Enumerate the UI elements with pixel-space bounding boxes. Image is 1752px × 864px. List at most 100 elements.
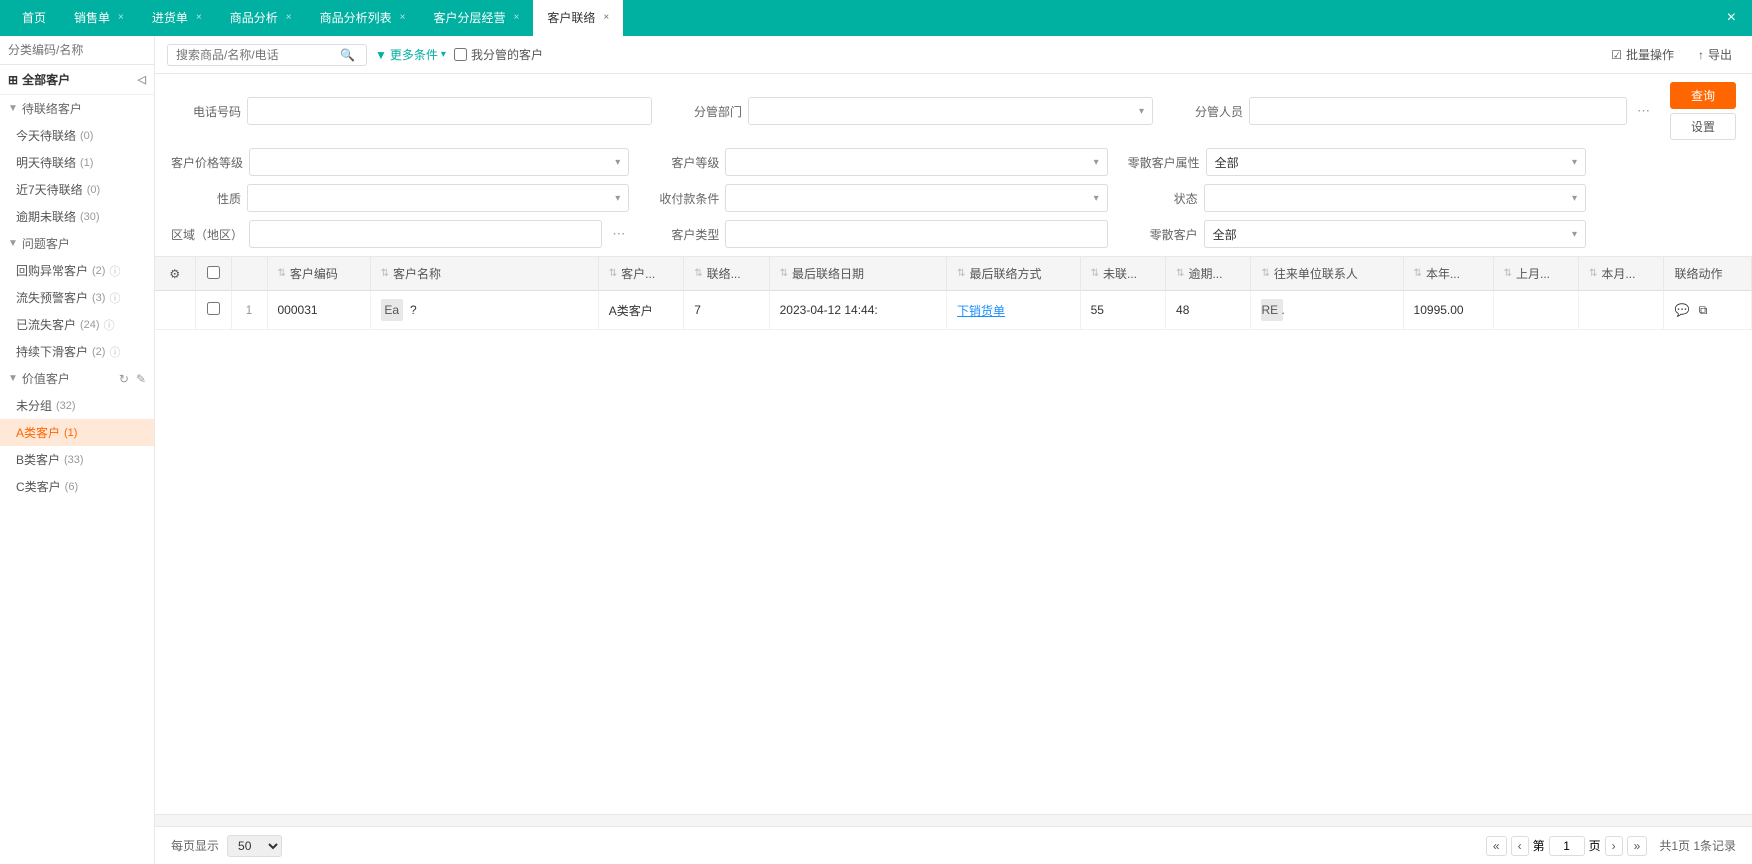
td-last-method[interactable]: 下销货单	[947, 291, 1081, 330]
sidebar-tomorrow-contact[interactable]: 明天待联络 (1)	[0, 149, 154, 176]
th-last-month[interactable]: ⇅上月...	[1493, 257, 1578, 291]
global-close-button[interactable]: ×	[1719, 9, 1744, 27]
my-customers-checkbox[interactable]: 我分管的客户	[454, 46, 543, 63]
customer-type-input[interactable]	[725, 220, 1107, 248]
next-page-btn[interactable]: ›	[1605, 836, 1623, 856]
close-purchase-icon[interactable]: ×	[196, 0, 202, 36]
sidebar-unclassified[interactable]: 未分组 (32)	[0, 392, 154, 419]
th-uncontacted[interactable]: ⇅未联...	[1080, 257, 1165, 291]
prev-page-btn[interactable]: ‹	[1511, 836, 1529, 856]
horizontal-scrollbar[interactable]	[155, 814, 1752, 826]
problem-customers-group[interactable]: ▼ 问题客户	[0, 230, 154, 257]
scatter-select[interactable]: 全部 ▾	[1204, 220, 1586, 248]
action-chat-icon[interactable]: 💬	[1674, 303, 1689, 317]
sort-code-icon: ⇅	[278, 268, 286, 279]
td-name[interactable]: Ea ?	[370, 291, 598, 330]
th-type[interactable]: ⇅客户...	[598, 257, 683, 291]
close-contact-icon[interactable]: ×	[603, 0, 609, 36]
close-segment-icon[interactable]: ×	[513, 0, 519, 36]
th-overdue[interactable]: ⇅逾期...	[1166, 257, 1251, 291]
td-check[interactable]	[195, 291, 231, 330]
th-actions: 联络动作	[1664, 257, 1752, 291]
page-number-input[interactable]	[1549, 836, 1585, 856]
value-customers-group[interactable]: ▼ 价值客户 ↻ ✎	[0, 365, 154, 392]
last-page-btn[interactable]: »	[1627, 836, 1648, 856]
first-page-btn[interactable]: «	[1486, 836, 1507, 856]
action-link-icon[interactable]: ⧉	[1699, 303, 1708, 317]
filter-cell-dept: 分管部门 ▾	[672, 97, 1153, 125]
sidebar-b-customers[interactable]: B类客户 (33)	[0, 446, 154, 473]
td-uncontacted: 55	[1080, 291, 1165, 330]
scatter-attr-arrow-icon: ▾	[1572, 157, 1577, 168]
value-refresh-icon[interactable]: ↻	[119, 372, 129, 386]
th-gear[interactable]: ⚙	[155, 257, 195, 291]
value-edit-icon[interactable]: ✎	[136, 372, 146, 386]
filter-row-1: 电话号码 分管部门 ▾ 分管人员 ⋯	[171, 82, 1736, 140]
region-input[interactable]	[249, 220, 602, 248]
all-customers-header: ⊞ 全部客户 ◁	[0, 65, 154, 95]
person-dots-icon[interactable]: ⋯	[1633, 103, 1654, 119]
payment-select[interactable]: ▾	[725, 184, 1107, 212]
th-this-month[interactable]: ⇅本月...	[1579, 257, 1664, 291]
sidebar-overdue-contact[interactable]: 逾期未联络 (30)	[0, 203, 154, 230]
sidebar-repeat-abnormal[interactable]: 回购异常客户 (2) ⓘ	[0, 257, 154, 284]
nav-analysis[interactable]: 商品分析 ×	[216, 0, 306, 36]
sidebar-collapse-icon[interactable]: ◁	[138, 73, 146, 86]
close-sales-icon[interactable]: ×	[118, 0, 124, 36]
sort-lastmonth-icon: ⇅	[1504, 268, 1512, 279]
th-contact[interactable]: ⇅联络...	[684, 257, 769, 291]
nav-sales[interactable]: 销售单 ×	[60, 0, 138, 36]
sort-lastmethod-icon: ⇅	[957, 268, 965, 279]
per-page-select[interactable]: 50 20 100	[227, 835, 282, 857]
sidebar-declining[interactable]: 持续下滑客户 (2) ⓘ	[0, 338, 154, 365]
filter-search-icon[interactable]: 🔍	[340, 48, 355, 62]
export-btn[interactable]: ↑ 导出	[1690, 42, 1740, 67]
region-dots-icon[interactable]: ⋯	[608, 226, 629, 242]
nav-purchase[interactable]: 进货单 ×	[138, 0, 216, 36]
nature-select[interactable]: ▾	[247, 184, 629, 212]
row-checkbox[interactable]	[207, 302, 220, 315]
pending-contact-group[interactable]: ▼ 待联络客户	[0, 95, 154, 122]
th-unit-contact[interactable]: ⇅往来单位联系人	[1251, 257, 1403, 291]
price-grade-select[interactable]: ▾	[249, 148, 629, 176]
phone-input[interactable]	[247, 97, 652, 125]
th-code[interactable]: ⇅客户编码	[267, 257, 370, 291]
grade-select[interactable]: ▾	[725, 148, 1107, 176]
sidebar-churn-warning[interactable]: 流失预警客户 (3) ⓘ	[0, 284, 154, 311]
th-name[interactable]: ⇅客户名称	[370, 257, 598, 291]
td-last-month	[1493, 291, 1578, 330]
th-check[interactable]	[195, 257, 231, 291]
sidebar-7day-contact[interactable]: 近7天待联络 (0)	[0, 176, 154, 203]
settings-button[interactable]: 设置	[1670, 113, 1736, 140]
dept-select[interactable]: ▾	[748, 97, 1153, 125]
batch-ops-btn[interactable]: ☑ 批量操作	[1603, 42, 1682, 67]
close-analysis-list-icon[interactable]: ×	[400, 0, 406, 36]
nav-customer-segment[interactable]: 客户分层经营 ×	[419, 0, 533, 36]
sidebar-churned[interactable]: 已流失客户 (24) ⓘ	[0, 311, 154, 338]
filter-cell-region: 区域（地区） ⋯	[171, 220, 629, 248]
person-input[interactable]	[1249, 97, 1627, 125]
filter-search-input[interactable]	[176, 48, 336, 62]
advanced-filter: 电话号码 分管部门 ▾ 分管人员 ⋯	[155, 74, 1752, 257]
th-last-method[interactable]: ⇅最后联络方式	[947, 257, 1081, 291]
select-all-checkbox[interactable]	[207, 266, 220, 279]
td-code[interactable]: 000031	[267, 291, 370, 330]
nav-customer-contact[interactable]: 客户联络 ×	[533, 0, 623, 36]
query-button[interactable]: 查询	[1670, 82, 1736, 109]
my-customers-check[interactable]	[454, 48, 467, 61]
value-arrow-icon: ▼	[8, 373, 18, 384]
filter-more-btn[interactable]: ▼ 更多条件 ▾	[375, 46, 446, 63]
scatter-attr-select[interactable]: 全部 ▾	[1206, 148, 1586, 176]
close-analysis-icon[interactable]: ×	[286, 0, 292, 36]
filter-cell-person: 分管人员 ⋯	[1173, 97, 1654, 125]
nav-home[interactable]: 首页	[8, 0, 60, 36]
th-last-date[interactable]: ⇅最后联络日期	[769, 257, 946, 291]
sidebar-c-customers[interactable]: C类客户 (6)	[0, 473, 154, 500]
status-select[interactable]: ▾	[1204, 184, 1586, 212]
sidebar-a-customers[interactable]: A类客户 (1)	[0, 419, 154, 446]
nav-analysis-list[interactable]: 商品分析列表 ×	[306, 0, 420, 36]
sidebar-search-input[interactable]	[8, 43, 155, 57]
sidebar-today-contact[interactable]: 今天待联络 (0)	[0, 122, 154, 149]
th-this-year[interactable]: ⇅本年...	[1403, 257, 1493, 291]
filter-cell-phone: 电话号码	[171, 97, 652, 125]
